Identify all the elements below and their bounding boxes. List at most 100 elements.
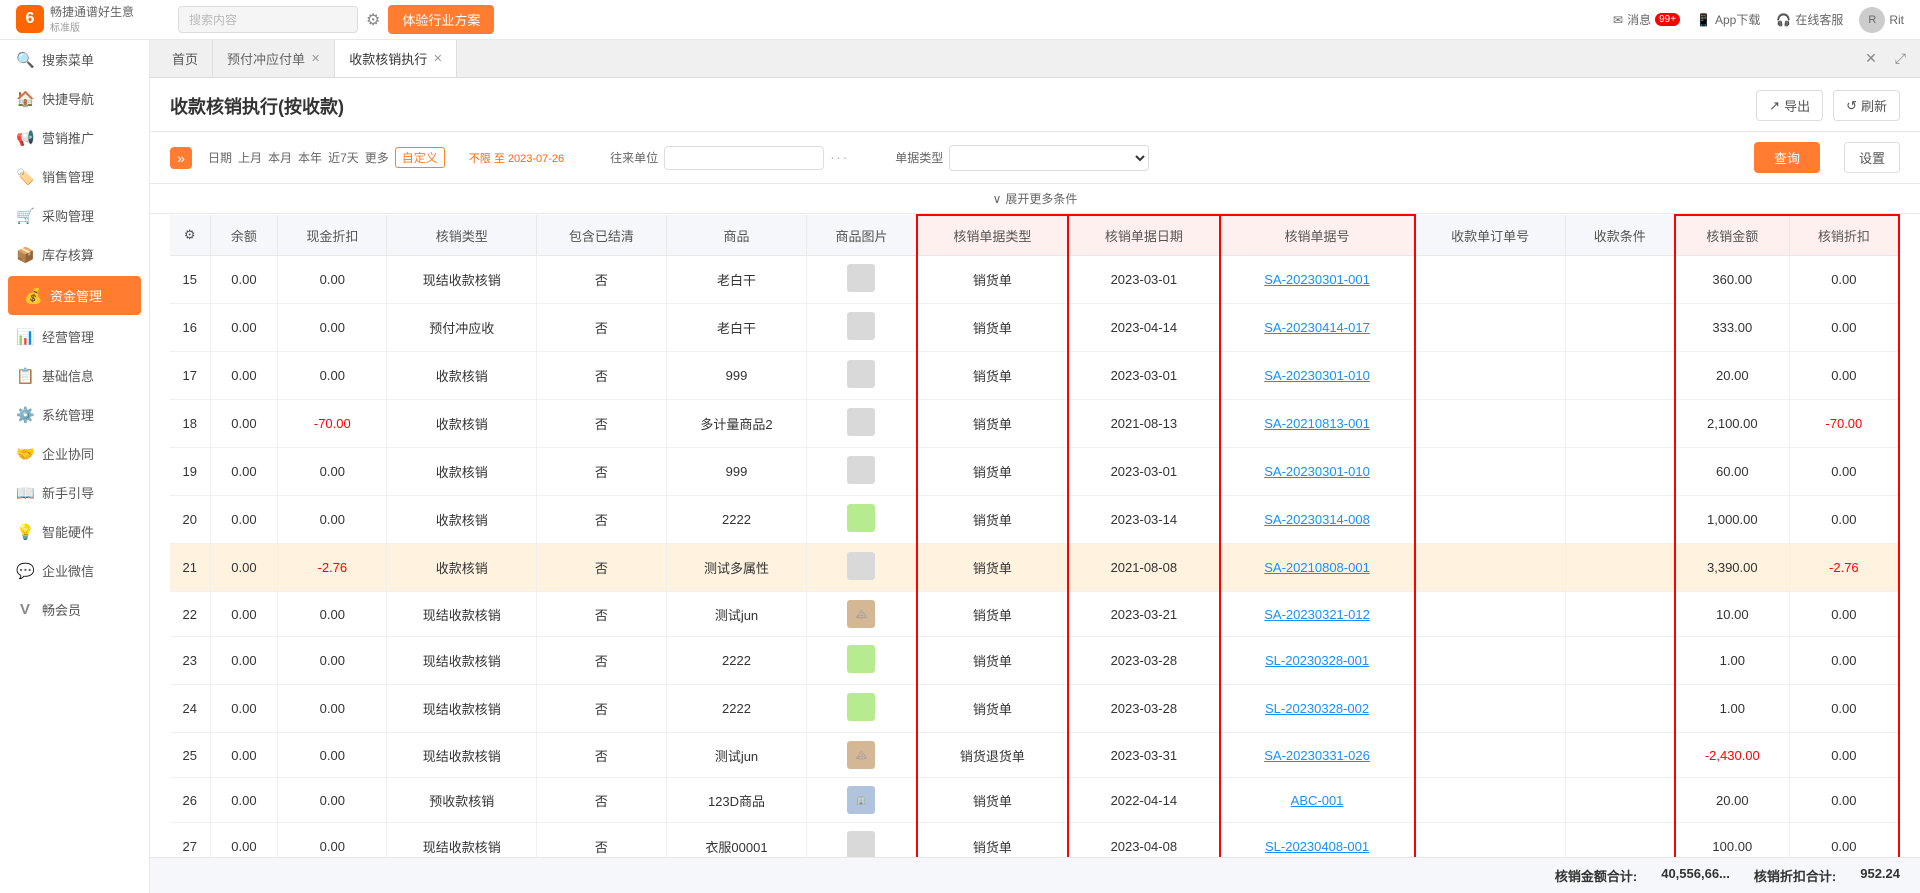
export-btn[interactable]: ↗ 导出 (1756, 90, 1823, 121)
cell-bill-type: 销货单 (917, 778, 1069, 823)
sidebar-label-sales: 销售管理 (42, 167, 94, 186)
cell-no: 27 (170, 823, 210, 858)
cell-product-image (807, 304, 917, 352)
cell-product-image (807, 400, 917, 448)
col-settings[interactable]: ⚙ (170, 215, 210, 256)
cell-bill-no[interactable]: SL-20230408-001 (1220, 823, 1415, 858)
top-search-box: 搜索内容 (178, 6, 358, 33)
industry-btn[interactable]: 体验行业方案 (388, 5, 494, 34)
tab-collection[interactable]: 收款核销执行 ✕ (335, 40, 457, 77)
settings-btn[interactable]: 设置 (1844, 142, 1900, 173)
tab-prepay[interactable]: 预付冲应付单 ✕ (213, 40, 335, 77)
avatar: R (1859, 7, 1885, 33)
cell-bill-date: 2023-04-14 (1068, 304, 1220, 352)
cell-no: 15 (170, 256, 210, 304)
online-service-group[interactable]: 🎧 在线客服 (1776, 11, 1843, 28)
cell-product: 2222 (666, 685, 807, 733)
cell-product: 999 (666, 448, 807, 496)
tab-maximize-btn[interactable]: ⤢ (1889, 46, 1912, 71)
sidebar-item-guide[interactable]: 📖 新手引导 (0, 473, 149, 512)
filter-toggle-btn[interactable]: » (170, 147, 192, 169)
custom-date-btn[interactable]: 自定义 (395, 147, 445, 168)
sidebar-label-hardware: 智能硬件 (42, 522, 94, 541)
cell-cancel-amount: 100.00 (1675, 823, 1789, 858)
bill-type-select[interactable] (949, 145, 1149, 171)
wechat-icon: 💬 (16, 562, 34, 580)
cell-bill-no[interactable]: SA-20210808-001 (1220, 544, 1415, 592)
last-7days-link[interactable]: 近7天 (328, 149, 359, 166)
sidebar-item-corp[interactable]: 🤝 企业协同 (0, 434, 149, 473)
cell-balance: 0.00 (210, 496, 278, 544)
refresh-btn[interactable]: ↺ 刷新 (1833, 90, 1900, 121)
sidebar-item-hardware[interactable]: 💡 智能硬件 (0, 512, 149, 551)
cell-bill-no[interactable]: SA-20230414-017 (1220, 304, 1415, 352)
cell-balance: 0.00 (210, 823, 278, 858)
cell-bill-no[interactable]: SA-20230331-026 (1220, 733, 1415, 778)
cell-cancel-type: 收款核销 (387, 544, 537, 592)
phone-icon: 📱 (1696, 13, 1711, 27)
tab-collection-close[interactable]: ✕ (433, 52, 442, 65)
cell-include-cleared: 否 (537, 496, 666, 544)
sidebar-item-quick-nav[interactable]: 🏠 快捷导航 (0, 79, 149, 118)
cell-balance: 0.00 (210, 778, 278, 823)
cell-cancel-amount: 3,390.00 (1675, 544, 1789, 592)
tab-prepay-close[interactable]: ✕ (311, 52, 320, 65)
cell-bill-type: 销货单 (917, 544, 1069, 592)
col-bill-date: 核销单据日期 (1068, 215, 1220, 256)
cell-bill-no[interactable]: SL-20230328-002 (1220, 685, 1415, 733)
app-download-group[interactable]: 📱 App下载 (1696, 11, 1760, 28)
cell-bill-no[interactable]: SL-20230328-001 (1220, 637, 1415, 685)
cell-bill-no[interactable]: ABC-001 (1220, 778, 1415, 823)
cell-cancel-amount: 1.00 (1675, 685, 1789, 733)
export-icon: ↗ (1769, 98, 1780, 114)
cell-include-cleared: 否 (537, 637, 666, 685)
cell-cancel-discount: 0.00 (1789, 496, 1899, 544)
refresh-icon: ↺ (1846, 98, 1857, 114)
tab-close-btn[interactable]: ✕ (1859, 46, 1883, 71)
search-btn[interactable]: 查询 (1754, 142, 1820, 173)
notification-group[interactable]: ✉ 消息 99+ (1613, 11, 1680, 28)
tab-home[interactable]: 首页 (158, 40, 213, 77)
cell-cancel-discount: 0.00 (1789, 778, 1899, 823)
cell-no: 23 (170, 637, 210, 685)
logo-sub: 标准版 (50, 19, 134, 34)
sidebar-item-basic[interactable]: 📋 基础信息 (0, 356, 149, 395)
cell-bill-no[interactable]: SA-20230301-010 (1220, 352, 1415, 400)
cell-product-image (807, 823, 917, 858)
cell-product: 2222 (666, 496, 807, 544)
this-year-link[interactable]: 本年 (298, 149, 322, 166)
sidebar-item-wechat[interactable]: 💬 企业微信 (0, 551, 149, 590)
sidebar-item-inventory[interactable]: 📦 库存核算 (0, 235, 149, 274)
sidebar-item-purchase[interactable]: 🛒 采购管理 (0, 196, 149, 235)
sidebar-item-vip[interactable]: V 畅会员 (0, 590, 149, 629)
sidebar-item-marketing[interactable]: 📢 营销推广 (0, 118, 149, 157)
cell-bill-no[interactable]: SA-20230301-001 (1220, 256, 1415, 304)
cell-no: 19 (170, 448, 210, 496)
sidebar-item-sales[interactable]: 🏷️ 销售管理 (0, 157, 149, 196)
sidebar-item-search[interactable]: 🔍 搜索菜单 (0, 40, 149, 79)
online-service-label: 在线客服 (1795, 11, 1843, 28)
cell-no: 22 (170, 592, 210, 637)
cell-receipt-condition (1565, 685, 1675, 733)
cell-bill-type: 销货单 (917, 496, 1069, 544)
sidebar-item-system[interactable]: ⚙️ 系统管理 (0, 395, 149, 434)
cell-cancel-type: 现结收款核销 (387, 256, 537, 304)
sidebar-item-finance[interactable]: 💰 资金管理 (8, 276, 141, 315)
cell-bill-no[interactable]: SA-20230301-010 (1220, 448, 1415, 496)
cell-bill-no[interactable]: SA-20230321-012 (1220, 592, 1415, 637)
expand-link[interactable]: ∨ 展开更多条件 (993, 190, 1078, 207)
sidebar-item-management[interactable]: 📊 经营管理 (0, 317, 149, 356)
last-month-link[interactable]: 上月 (238, 149, 262, 166)
sidebar-label-purchase: 采购管理 (42, 206, 94, 225)
cell-no: 21 (170, 544, 210, 592)
cell-bill-no[interactable]: SA-20210813-001 (1220, 400, 1415, 448)
cell-bill-no[interactable]: SA-20230314-008 (1220, 496, 1415, 544)
cell-bill-date: 2022-04-14 (1068, 778, 1220, 823)
cell-cash-discount: 0.00 (278, 733, 387, 778)
this-month-link[interactable]: 本月 (268, 149, 292, 166)
partner-input[interactable] (664, 146, 824, 170)
settings-icon[interactable]: ⚙ (366, 10, 380, 30)
more-link[interactable]: 更多 (365, 149, 389, 166)
handshake-icon: 🤝 (16, 445, 34, 463)
cell-receipt-order-no (1415, 685, 1566, 733)
